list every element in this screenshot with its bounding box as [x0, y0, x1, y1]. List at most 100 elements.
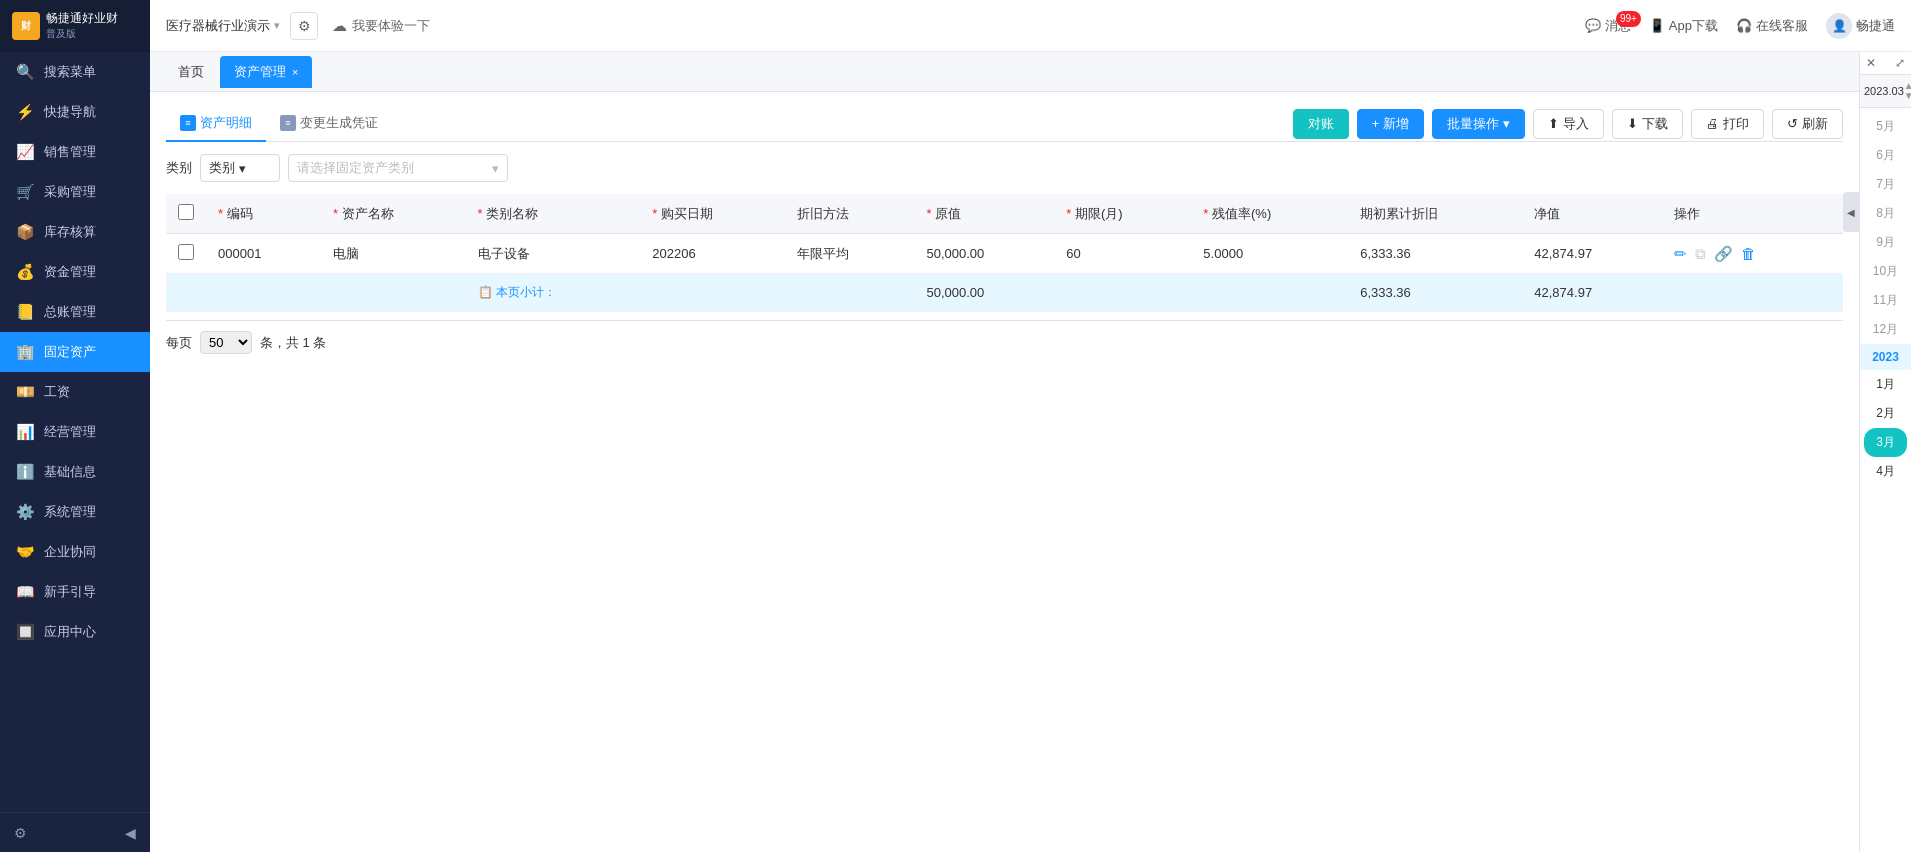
import-button[interactable]: ⬆ 导入	[1533, 109, 1604, 139]
copy-icon-0[interactable]: ⧉	[1695, 245, 1706, 263]
headset-icon: 🎧	[1736, 18, 1752, 33]
logo-title: 畅捷通好业财	[46, 11, 118, 27]
asset-detail-label: 资产明细	[200, 114, 252, 132]
panel-fullscreen-button[interactable]: ⤢	[1895, 56, 1905, 70]
batch-button[interactable]: 批量操作 ▾	[1432, 109, 1525, 139]
app-download-button[interactable]: 📱 App下载	[1649, 17, 1718, 35]
sidebar-label-general_ledger: 总账管理	[44, 303, 96, 321]
panel-close-button[interactable]: ✕	[1866, 56, 1876, 70]
sidebar-item-fixed_assets[interactable]: 🏢 固定资产	[0, 332, 150, 372]
sidebar-item-enterprise[interactable]: 🤝 企业协同	[0, 532, 150, 572]
company-name: 医疗器械行业演示	[166, 17, 270, 35]
month-item-9[interactable]: 1月	[1860, 370, 1911, 399]
category-select-value[interactable]: 请选择固定资产类别 ▾	[288, 154, 508, 182]
total-text: 条，共 1 条	[260, 334, 326, 352]
delete-icon-0[interactable]: 🗑	[1741, 245, 1756, 262]
refresh-icon: ↺	[1787, 116, 1798, 131]
online-service-button[interactable]: 🎧 在线客服	[1736, 17, 1808, 35]
subtotal-net-value: 42,874.97	[1522, 274, 1662, 312]
month-item-11[interactable]: 3月	[1864, 428, 1907, 457]
sub-tab-change-voucher[interactable]: ≡ 变更生成凭证	[266, 106, 392, 142]
edit-icon-0[interactable]: ✏	[1674, 245, 1687, 263]
settings-button[interactable]: ⚙	[290, 12, 318, 40]
reconcile-label: 对账	[1308, 115, 1334, 133]
sidebar-item-basic_info[interactable]: ℹ️ 基础信息	[0, 452, 150, 492]
user-menu[interactable]: 👤 畅捷通	[1826, 13, 1895, 39]
sidebar-item-operations[interactable]: 📊 经营管理	[0, 412, 150, 452]
cell-code-0: 000001	[206, 234, 321, 274]
sidebar-label-inventory: 库存核算	[44, 223, 96, 241]
avatar: 👤	[1826, 13, 1852, 39]
download-label: 下载	[1642, 115, 1668, 133]
sidebar-item-funds[interactable]: 💰 资金管理	[0, 252, 150, 292]
sidebar: 财 畅捷通好业财 普及版 🔍 搜索菜单 ⚡ 快捷导航 📈 销售管理 🛒 采购管理…	[0, 0, 150, 852]
sidebar-item-system[interactable]: ⚙️ 系统管理	[0, 492, 150, 532]
category-select-type-label: 类别	[209, 159, 235, 177]
batch-chevron-icon: ▾	[1503, 116, 1510, 131]
sidebar-label-operations: 经营管理	[44, 423, 96, 441]
month-item-1[interactable]: 6月	[1860, 141, 1911, 170]
print-button[interactable]: 🖨 打印	[1691, 109, 1764, 139]
refresh-button[interactable]: ↺ 刷新	[1772, 109, 1843, 139]
action-buttons: 对账 + 新增 批量操作 ▾ ⬆ 导入	[1293, 109, 1843, 139]
month-item-6[interactable]: 11月	[1860, 286, 1911, 315]
sidebar-item-general_ledger[interactable]: 📒 总账管理	[0, 292, 150, 332]
month-item-0[interactable]: 5月	[1860, 112, 1911, 141]
collapse-icon[interactable]: ◀	[125, 825, 136, 841]
cell-depreciation-method-0: 年限平均	[785, 234, 915, 274]
th-action: 操作	[1662, 194, 1843, 234]
category-select-type[interactable]: 类别 ▾	[200, 154, 280, 182]
topbar: 医疗器械行业演示 ▾ ⚙ ☁ 我要体验一下 💬 消息 99+ 📱 App下载 🎧…	[150, 0, 1911, 52]
message-button[interactable]: 💬 消息 99+	[1585, 17, 1631, 35]
settings-icon[interactable]: ⚙	[14, 825, 27, 841]
sidebar-logo: 财 畅捷通好业财 普及版	[0, 0, 150, 52]
experience-button[interactable]: ☁ 我要体验一下	[332, 17, 430, 35]
sub-tab-asset-detail[interactable]: ≡ 资产明细	[166, 106, 266, 142]
sidebar-item-search[interactable]: 🔍 搜索菜单	[0, 52, 150, 92]
month-item-7[interactable]: 12月	[1860, 315, 1911, 344]
year-display: 2023.03	[1864, 85, 1904, 97]
sidebar-label-search: 搜索菜单	[44, 63, 96, 81]
company-selector[interactable]: 医疗器械行业演示 ▾	[166, 17, 280, 35]
tab-asset-management[interactable]: 资产管理 ×	[220, 56, 312, 88]
sidebar-icon-funds: 💰	[16, 263, 34, 281]
month-item-10[interactable]: 2月	[1860, 399, 1911, 428]
company-chevron-icon: ▾	[274, 19, 280, 32]
th-name: 资产名称	[321, 194, 466, 234]
sidebar-label-fixed_assets: 固定资产	[44, 343, 96, 361]
cell-name-0: 电脑	[321, 234, 466, 274]
sidebar-item-guide[interactable]: 📖 新手引导	[0, 572, 150, 612]
tab-close-icon[interactable]: ×	[292, 66, 298, 78]
month-item-5[interactable]: 10月	[1860, 257, 1911, 286]
content-area: 首页 资产管理 × ≡ 资产明细 ≡ 变更生成凭证	[150, 52, 1911, 852]
sidebar-item-payroll[interactable]: 💴 工资	[0, 372, 150, 412]
sidebar-label-guide: 新手引导	[44, 583, 96, 601]
month-item-2[interactable]: 7月	[1860, 170, 1911, 199]
sidebar-item-sales[interactable]: 📈 销售管理	[0, 132, 150, 172]
sidebar-item-inventory[interactable]: 📦 库存核算	[0, 212, 150, 252]
per-page-select[interactable]: 50100200	[200, 331, 252, 354]
select-all-checkbox[interactable]	[178, 204, 194, 220]
download-button[interactable]: ⬇ 下载	[1612, 109, 1683, 139]
month-item-12[interactable]: 4月	[1860, 457, 1911, 486]
month-item-4[interactable]: 9月	[1860, 228, 1911, 257]
months-list: 5月6月7月8月9月10月11月12月20231月2月3月4月	[1860, 108, 1911, 490]
table-body: 000001 电脑 电子设备 202206 年限平均 50,000.00 60 …	[166, 234, 1843, 312]
reconcile-button[interactable]: 对账	[1293, 109, 1349, 139]
sidebar-item-quick_nav[interactable]: ⚡ 快捷导航	[0, 92, 150, 132]
sidebar-nav: 🔍 搜索菜单 ⚡ 快捷导航 📈 销售管理 🛒 采购管理 📦 库存核算 💰 资金管…	[0, 52, 150, 812]
sidebar-item-purchase[interactable]: 🛒 采购管理	[0, 172, 150, 212]
year-down-icon[interactable]: ▼	[1904, 91, 1911, 101]
row-checkbox-0[interactable]	[178, 244, 194, 260]
month-item-3[interactable]: 8月	[1860, 199, 1911, 228]
tab-home[interactable]: 首页	[166, 56, 216, 88]
sidebar-icon-general_ledger: 📒	[16, 303, 34, 321]
sidebar-icon-basic_info: ℹ️	[16, 463, 34, 481]
sidebar-item-app_center[interactable]: 🔲 应用中心	[0, 612, 150, 652]
link-icon-0[interactable]: 🔗	[1714, 245, 1733, 263]
new-button[interactable]: + 新增	[1357, 109, 1424, 139]
panel-expand-button[interactable]: ◀	[1843, 192, 1859, 232]
subtotal-period-depreciation: 6,333.36	[1348, 274, 1522, 312]
cell-period-0: 60	[1054, 234, 1191, 274]
cell-residual-rate-0: 5.0000	[1191, 234, 1348, 274]
